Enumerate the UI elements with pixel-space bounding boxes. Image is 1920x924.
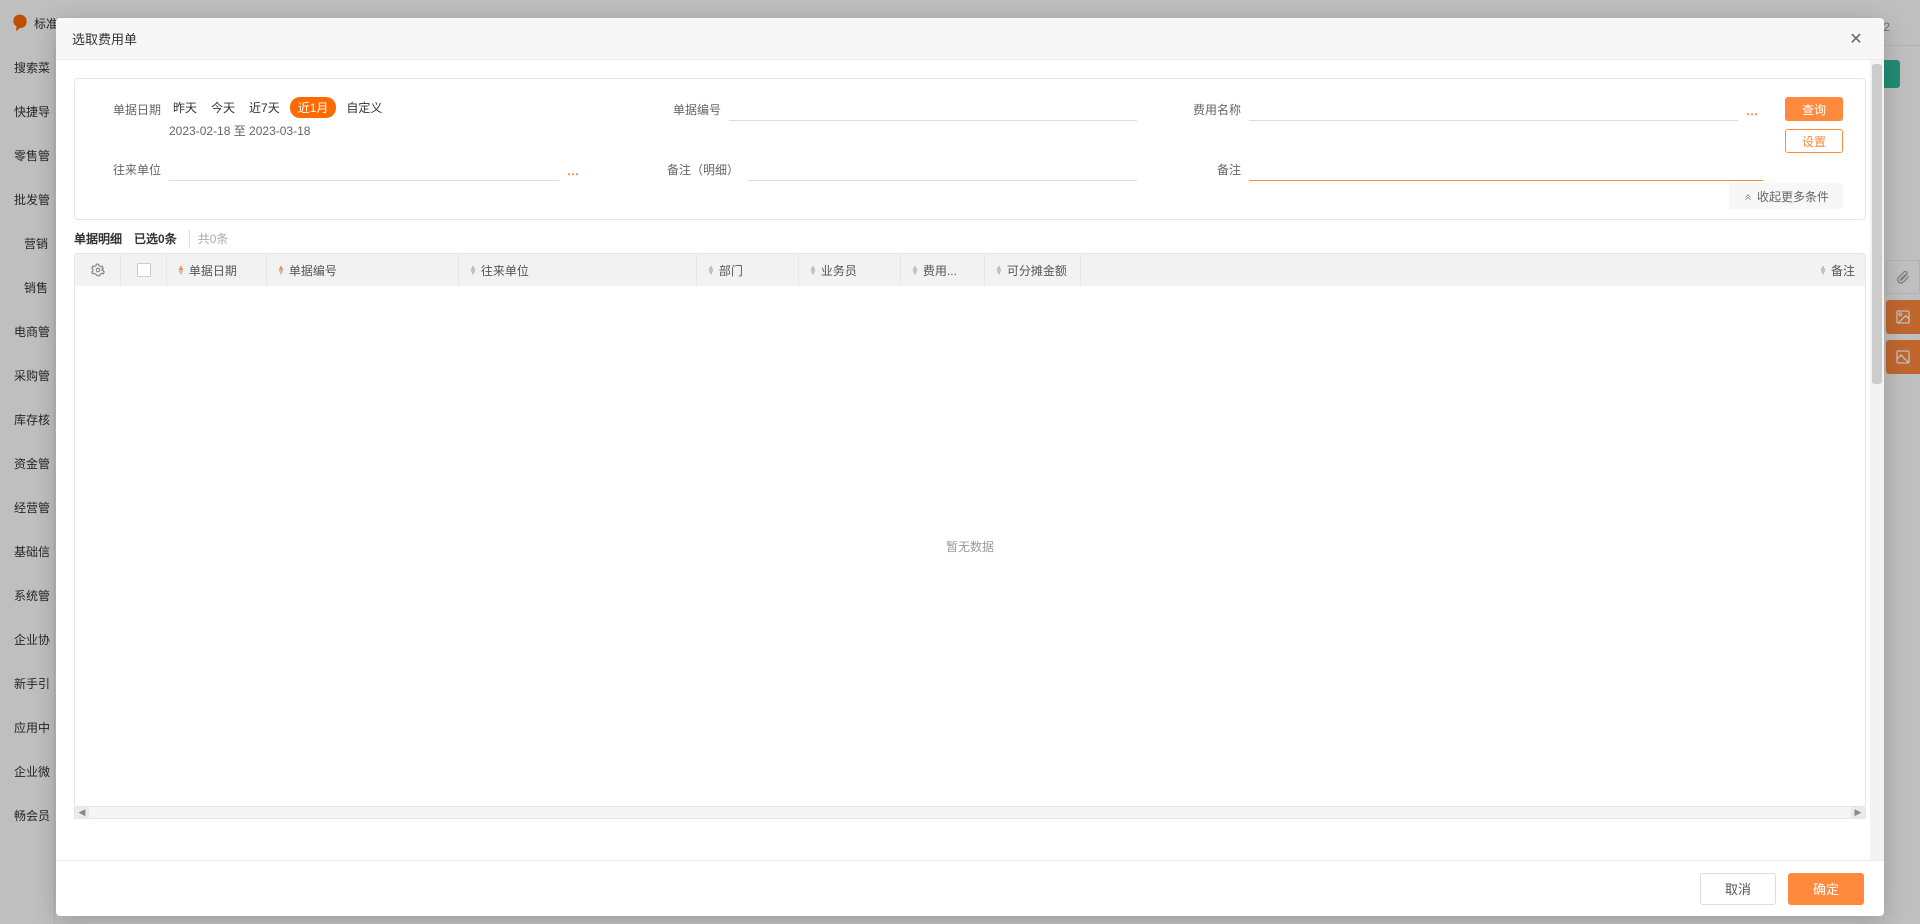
column-date[interactable]: ▲▼ 单据日期 — [167, 254, 267, 286]
column-dept[interactable]: ▲▼ 部门 — [697, 254, 799, 286]
detail-header: 单据明细 已选0条 共0条 — [74, 230, 1866, 247]
table-empty: 暂无数据 — [75, 286, 1865, 806]
filter-detail-remark-label: 备注（明细） — [657, 157, 747, 178]
column-alloc[interactable]: ▲▼ 可分摊金额 — [985, 254, 1081, 286]
date-quick-option[interactable]: 近7天 — [245, 97, 284, 118]
column-code[interactable]: ▲▼ 单据编号 — [267, 254, 459, 286]
modal-body: 查询 设置 单据日期 昨天今天近7天近1月自定义 2023-02-18 至 20… — [56, 60, 1884, 860]
selected-count: 已选0条 — [134, 230, 177, 247]
sort-icon: ▲▼ — [177, 265, 185, 275]
chevron-up-double-icon — [1743, 191, 1753, 201]
column-settings[interactable] — [75, 254, 121, 286]
select-expense-modal: 选取费用单 ✕ 查询 设置 单据日期 昨天今天近7天近1月自定义 2023-02… — [56, 18, 1884, 916]
total-count: 共0条 — [189, 230, 229, 247]
confirm-button[interactable]: 确定 — [1788, 873, 1864, 905]
close-icon[interactable]: ✕ — [1844, 27, 1868, 51]
sort-icon: ▲▼ — [995, 265, 1003, 275]
search-button[interactable]: 查询 — [1785, 97, 1843, 121]
checkbox-all[interactable] — [137, 263, 151, 277]
column-fee[interactable]: ▲▼ 费用... — [901, 254, 985, 286]
filter-fee-picker-icon[interactable]: ⋯ — [1742, 107, 1763, 121]
date-quick-option[interactable]: 今天 — [207, 97, 239, 118]
filter-unit-label: 往来单位 — [97, 157, 169, 178]
scroll-left-icon[interactable]: ◀ — [75, 807, 89, 818]
column-unit[interactable]: ▲▼ 往来单位 — [459, 254, 697, 286]
filter-detail-remark-input[interactable] — [747, 157, 1137, 181]
date-quick-range: 昨天今天近7天近1月自定义 — [169, 97, 617, 118]
sort-icon: ▲▼ — [277, 265, 285, 275]
column-remark[interactable]: ▲▼ 备注 — [1081, 254, 1865, 286]
column-biz[interactable]: ▲▼ 业务员 — [799, 254, 901, 286]
filter-code-input[interactable] — [729, 97, 1137, 121]
sort-icon: ▲▼ — [809, 265, 817, 275]
scroll-right-icon[interactable]: ▶ — [1851, 807, 1865, 818]
settings-button[interactable]: 设置 — [1785, 129, 1843, 153]
date-quick-option[interactable]: 自定义 — [342, 97, 386, 118]
modal-title: 选取费用单 — [72, 29, 137, 48]
horizontal-scrollbar[interactable]: ◀ ▶ — [74, 807, 1866, 819]
table-header: ▲▼ 单据日期 ▲▼ 单据编号 ▲▼ 往来单位 ▲▼ 部门 — [75, 254, 1865, 286]
filter-date-label: 单据日期 — [97, 97, 169, 118]
result-table: ▲▼ 单据日期 ▲▼ 单据编号 ▲▼ 往来单位 ▲▼ 部门 — [74, 253, 1866, 807]
filter-code-label: 单据编号 — [657, 97, 729, 118]
filter-unit-input[interactable] — [169, 157, 559, 181]
modal-header: 选取费用单 ✕ — [56, 18, 1884, 60]
scroll-thumb[interactable] — [1872, 64, 1882, 384]
gear-icon — [91, 263, 105, 277]
empty-text: 暂无数据 — [946, 538, 994, 555]
filter-fee-label: 费用名称 — [1177, 97, 1249, 118]
modal-footer: 取消 确定 — [56, 860, 1884, 916]
filter-fee-input[interactable] — [1249, 97, 1738, 121]
date-quick-option[interactable]: 昨天 — [169, 97, 201, 118]
collapse-filters-button[interactable]: 收起更多条件 — [1729, 183, 1843, 209]
detail-tab[interactable]: 单据明细 — [74, 230, 122, 247]
column-select-all[interactable] — [121, 254, 167, 286]
filter-remark-label: 备注 — [1177, 157, 1249, 178]
collapse-label: 收起更多条件 — [1757, 188, 1829, 205]
sort-icon: ▲▼ — [707, 265, 715, 275]
sort-icon: ▲▼ — [469, 265, 477, 275]
vertical-scrollbar[interactable] — [1870, 60, 1884, 860]
filter-unit-picker-icon[interactable]: ⋯ — [563, 167, 584, 181]
date-quick-option[interactable]: 近1月 — [290, 97, 337, 118]
cancel-button[interactable]: 取消 — [1700, 873, 1776, 905]
sort-icon: ▲▼ — [1819, 265, 1827, 275]
sort-icon: ▲▼ — [911, 265, 919, 275]
filter-remark-input[interactable] — [1249, 157, 1763, 181]
date-range-text: 2023-02-18 至 2023-03-18 — [169, 122, 617, 139]
filter-panel: 查询 设置 单据日期 昨天今天近7天近1月自定义 2023-02-18 至 20… — [74, 78, 1866, 220]
